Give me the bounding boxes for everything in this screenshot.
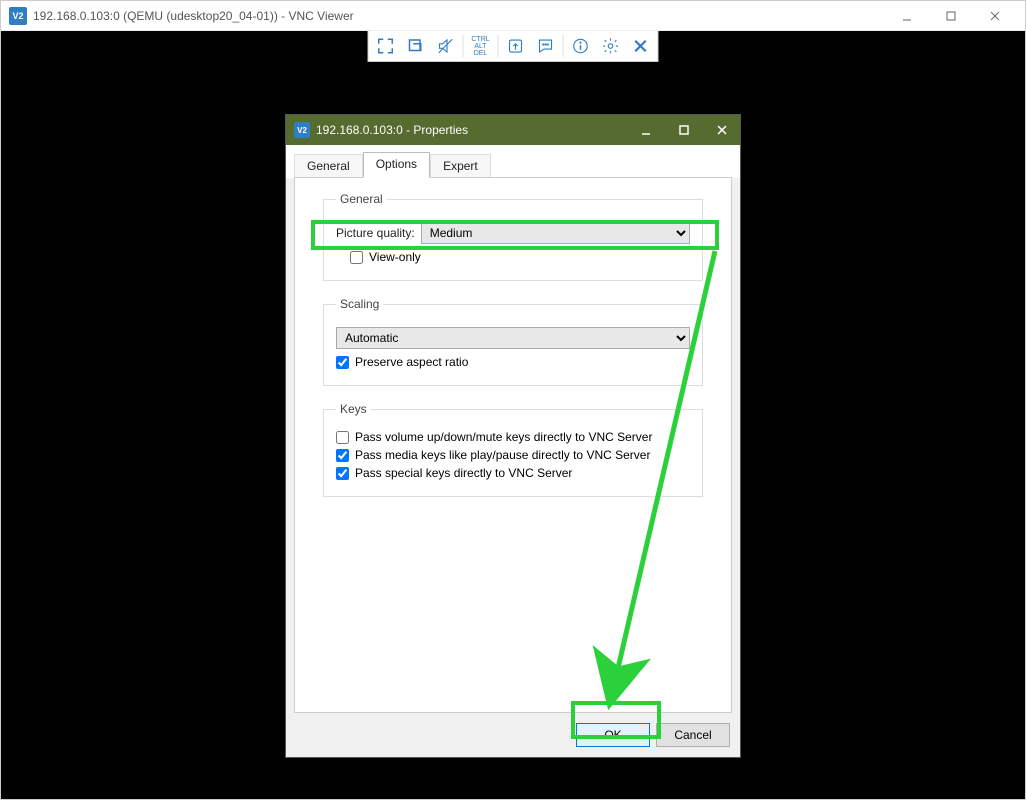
view-only-label: View-only <box>369 250 421 264</box>
mute-icon[interactable] <box>431 33 461 59</box>
pass-volume-label: Pass volume up/down/mute keys directly t… <box>355 430 652 444</box>
picture-quality-select[interactable]: Medium <box>421 222 690 244</box>
tab-expert[interactable]: Expert <box>430 154 491 178</box>
group-keys: Keys Pass volume up/down/mute keys direc… <box>323 402 703 497</box>
preserve-aspect-label: Preserve aspect ratio <box>355 355 468 369</box>
close-session-icon[interactable] <box>626 33 656 59</box>
properties-dialog: V2 192.168.0.103:0 - Properties General … <box>285 114 741 758</box>
dialog-minimize-button[interactable] <box>636 120 656 140</box>
close-button[interactable] <box>973 2 1017 30</box>
view-only-checkbox[interactable] <box>350 251 363 264</box>
info-icon[interactable] <box>566 33 596 59</box>
tab-general[interactable]: General <box>294 154 363 178</box>
pass-special-label: Pass special keys directly to VNC Server <box>355 466 572 480</box>
cancel-button[interactable]: Cancel <box>656 723 730 747</box>
chat-icon[interactable] <box>531 33 561 59</box>
group-scaling-legend: Scaling <box>336 297 383 311</box>
picture-quality-label: Picture quality: <box>336 226 415 240</box>
gear-icon[interactable] <box>596 33 626 59</box>
group-scaling: Scaling Automatic Preserve aspect ratio <box>323 297 703 386</box>
tabs-row: General Options Expert <box>294 151 732 178</box>
group-keys-legend: Keys <box>336 402 371 416</box>
ctrl-alt-del-icon[interactable]: CTRLALTDEL <box>466 33 496 59</box>
outer-titlebar[interactable]: V2 192.168.0.103:0 (QEMU (udesktop20_04-… <box>1 1 1025 31</box>
group-general: General Picture quality: Medium View-onl… <box>323 192 703 281</box>
pass-special-checkbox[interactable] <box>336 467 349 480</box>
dialog-button-row: OK Cancel <box>286 713 740 757</box>
ok-button[interactable]: OK <box>576 723 650 747</box>
pass-media-checkbox[interactable] <box>336 449 349 462</box>
pass-volume-checkbox[interactable] <box>336 431 349 444</box>
vnc-logo-icon: V2 <box>9 7 27 25</box>
fullscreen-icon[interactable] <box>371 33 401 59</box>
dialog-title: 192.168.0.103:0 - Properties <box>316 123 468 137</box>
file-transfer-icon[interactable] <box>501 33 531 59</box>
tab-options[interactable]: Options <box>363 152 430 178</box>
pass-media-label: Pass media keys like play/pause directly… <box>355 448 650 462</box>
options-panel: General Picture quality: Medium View-onl… <box>294 178 732 713</box>
scaling-select[interactable]: Automatic <box>336 327 690 349</box>
dialog-maximize-button[interactable] <box>674 120 694 140</box>
dialog-close-button[interactable] <box>712 120 732 140</box>
window-title: 192.168.0.103:0 (QEMU (udesktop20_04-01)… <box>33 9 354 23</box>
window-toggle-icon[interactable] <box>401 33 431 59</box>
vnc-viewer-window: V2 192.168.0.103:0 (QEMU (udesktop20_04-… <box>0 0 1026 800</box>
preserve-aspect-checkbox[interactable] <box>336 356 349 369</box>
remote-framebuffer-area[interactable]: CTRLALTDEL V2 192.168.0.103:0 - Properti… <box>1 31 1025 799</box>
maximize-button[interactable] <box>929 2 973 30</box>
vnc-logo-icon: V2 <box>294 122 310 138</box>
group-general-legend: General <box>336 192 387 206</box>
minimize-button[interactable] <box>885 2 929 30</box>
dialog-titlebar[interactable]: V2 192.168.0.103:0 - Properties <box>286 115 740 145</box>
vnc-session-toolbar: CTRLALTDEL <box>368 31 659 62</box>
